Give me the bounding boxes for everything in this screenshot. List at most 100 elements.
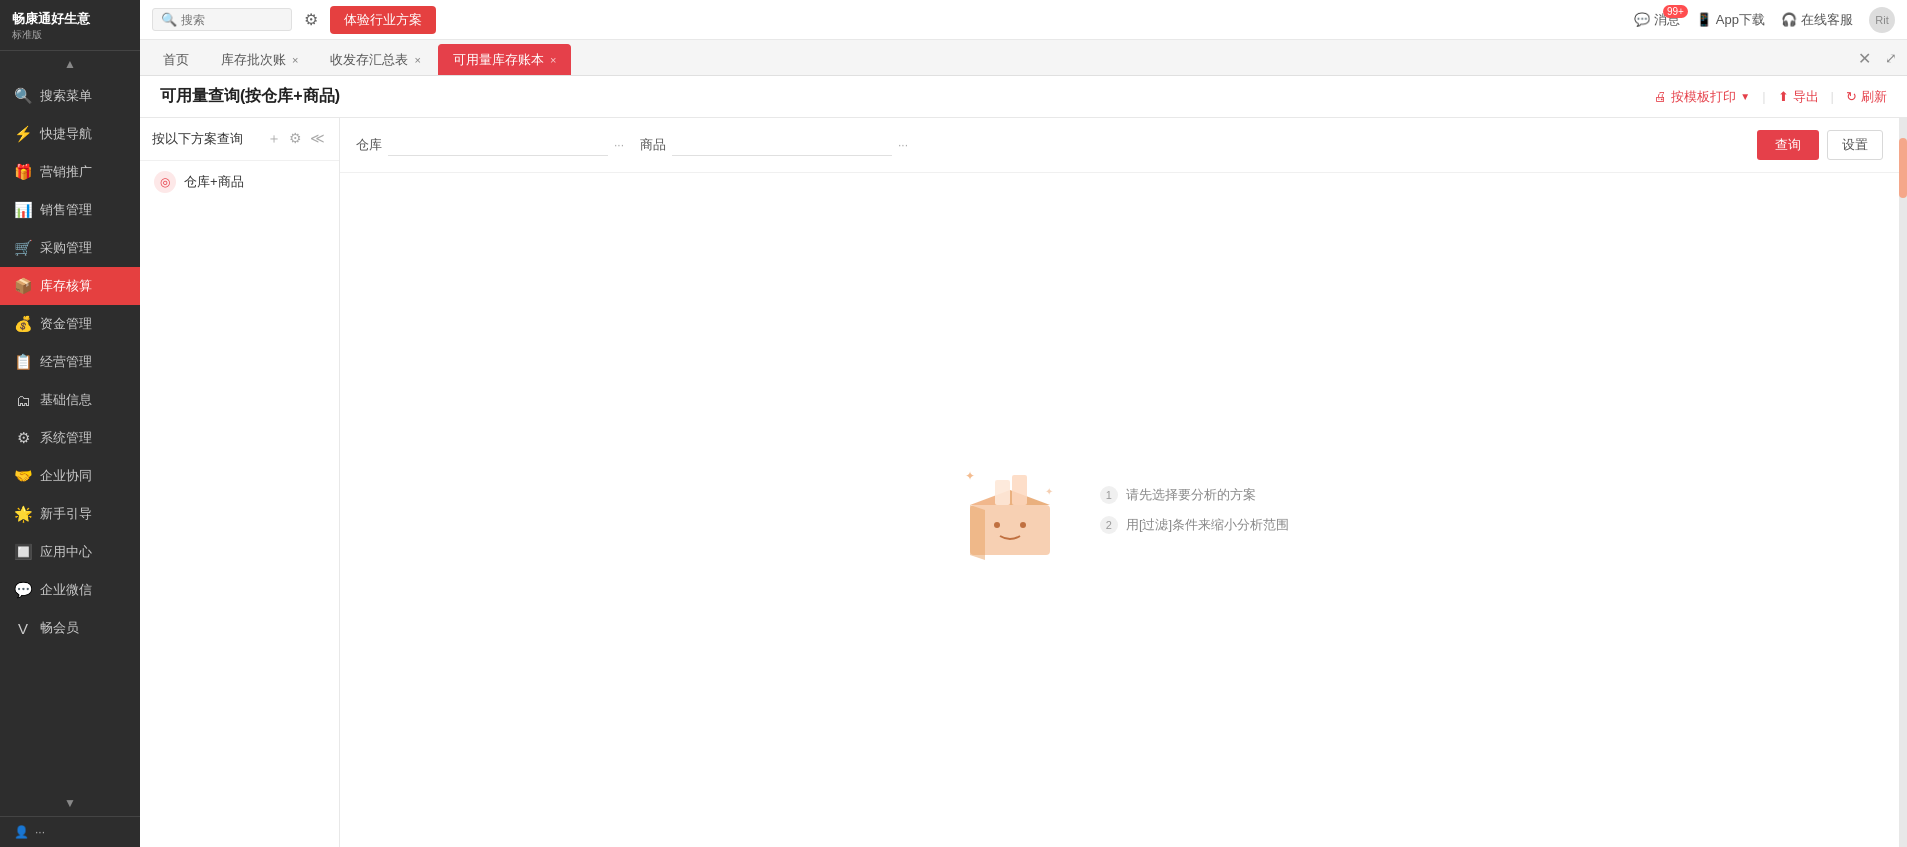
product-input[interactable] [672,134,892,156]
folder-icon: 🗂 [14,392,32,409]
app-download-btn[interactable]: 📱 App下载 [1696,11,1765,29]
sidebar-item-vip[interactable]: V 畅会员 [0,609,140,647]
tab-home[interactable]: 首页 [148,44,204,75]
tab-batch-account-close[interactable]: × [292,54,298,66]
chevron-down-icon: ▼ [1740,91,1750,102]
export-btn[interactable]: ⬆ 导出 [1778,88,1819,106]
product-more-btn[interactable]: ··· [898,138,908,152]
sidebar-item-sales[interactable]: 📊 销售管理 [0,191,140,229]
sidebar-item-quick-nav[interactable]: ⚡ 快捷导航 [0,115,140,153]
search-input[interactable] [181,13,281,27]
sidebar-bottom-icon: 👤 [14,825,29,839]
right-panel: 仓库 ··· 商品 ··· 查询 设置 [340,118,1899,847]
sidebar-nav: 🔍 搜索菜单 ⚡ 快捷导航 🎁 营销推广 📊 销售管理 🛒 采购管理 📦 库存核… [0,77,140,790]
scroll-down-icon[interactable]: ▼ [56,794,84,812]
tip-text-1: 请先选择要分析的方案 [1126,486,1256,504]
empty-illustration: ✦ ✦ [950,450,1070,570]
scrollbar-thumb [1899,138,1907,198]
sidebar-item-label: 应用中心 [40,543,92,561]
sidebar-item-label: 资金管理 [40,315,92,333]
topbar-search-box[interactable]: 🔍 [152,8,292,31]
empty-state-content: ✦ ✦ 1 请先选择要分析的方案 2 用[过滤]条件来缩小分析范围 [950,450,1289,570]
sidebar-item-label: 企业协同 [40,467,92,485]
refresh-btn[interactable]: ↻ 刷新 [1846,88,1887,106]
scheme-item-warehouse-product[interactable]: ◎ 仓库+商品 [140,161,339,203]
sidebar-item-label: 畅会员 [40,619,79,637]
sidebar-item-system[interactable]: ⚙ 系统管理 [0,419,140,457]
sidebar-item-operation[interactable]: 📋 经营管理 [0,343,140,381]
left-panel: 按以下方案查询 ＋ ⚙ ≪ ◎ 仓库+商品 [140,118,340,847]
warehouse-input[interactable] [388,134,608,156]
sidebar-item-marketing[interactable]: 🎁 营销推广 [0,153,140,191]
sidebar-scroll-down[interactable]: ▼ [0,790,140,816]
gear-icon: ⚙ [14,429,32,447]
tab-available-ledger[interactable]: 可用量库存账本 × [438,44,571,75]
export-label: 导出 [1793,88,1819,106]
app-version: 标准版 [12,28,128,42]
sidebar-scroll-up[interactable]: ▲ [0,51,140,77]
right-scrollbar[interactable] [1899,118,1907,847]
search-icon: 🔍 [14,87,32,105]
query-btn[interactable]: 查询 [1757,130,1819,160]
sidebar-item-search[interactable]: 🔍 搜索菜单 [0,77,140,115]
sidebar-item-purchase[interactable]: 🛒 采购管理 [0,229,140,267]
tab-batch-account[interactable]: 库存批次账 × [206,44,313,75]
left-panel-header: 按以下方案查询 ＋ ⚙ ≪ [140,118,339,161]
sidebar-item-corp-wechat[interactable]: 💬 企业微信 [0,571,140,609]
action-divider-2: | [1831,89,1834,104]
add-scheme-btn[interactable]: ＋ [265,128,283,150]
tabs-close-all-btn[interactable]: ✕ [1858,48,1871,67]
settings-icon[interactable]: ⚙ [300,6,322,33]
settings-display-btn[interactable]: 设置 [1827,130,1883,160]
topbar: 🔍 ⚙ 体验行业方案 💬 消息 99+ 📱 App下载 🎧 在线客服 Rit [140,0,1907,40]
sidebar-bottom-label: ··· [35,825,45,839]
sidebar-item-basic-info[interactable]: 🗂 基础信息 [0,381,140,419]
gift-icon: 🎁 [14,163,32,181]
tip-num-1: 1 [1100,486,1118,504]
notifications-btn[interactable]: 💬 消息 99+ [1634,11,1680,29]
star-icon: 🌟 [14,505,32,523]
left-panel-controls: ＋ ⚙ ≪ [265,128,327,150]
content-area: 按以下方案查询 ＋ ⚙ ≪ ◎ 仓库+商品 仓库 ··· [140,118,1907,847]
scroll-up-icon[interactable]: ▲ [56,55,84,73]
search-icon: 🔍 [161,12,177,27]
collapse-panel-btn[interactable]: ≪ [308,128,327,150]
online-service-btn[interactable]: 🎧 在线客服 [1781,11,1853,29]
tab-home-label: 首页 [163,51,189,69]
industry-btn[interactable]: 体验行业方案 [330,6,436,34]
sidebar-item-inventory[interactable]: 📦 库存核算 [0,267,140,305]
app-name: 畅康通好生意 [12,10,128,28]
chat-icon: 💬 [14,581,32,599]
user-area[interactable]: Rit [1869,7,1895,33]
svg-point-5 [1020,522,1026,528]
box-icon: 📦 [14,277,32,295]
sidebar-item-label: 企业微信 [40,581,92,599]
tab-available-ledger-close[interactable]: × [550,54,556,66]
template-print-label: 按模板打印 [1671,88,1736,106]
cart-icon: 🛒 [14,239,32,257]
template-print-btn[interactable]: 🖨 按模板打印 ▼ [1654,88,1750,106]
sidebar-item-label: 快捷导航 [40,125,92,143]
product-label: 商品 [640,136,666,154]
sidebar-item-capital[interactable]: 💰 资金管理 [0,305,140,343]
sidebar-item-newbie[interactable]: 🌟 新手引导 [0,495,140,533]
main-area: 🔍 ⚙ 体验行业方案 💬 消息 99+ 📱 App下载 🎧 在线客服 Rit [140,0,1907,847]
tab-receipt-summary[interactable]: 收发存汇总表 × [315,44,435,75]
warehouse-label: 仓库 [356,136,382,154]
svg-point-4 [994,522,1000,528]
sidebar-item-app-center[interactable]: 🔲 应用中心 [0,533,140,571]
tab-receipt-summary-label: 收发存汇总表 [330,51,408,69]
action-divider-1: | [1762,89,1765,104]
scheme-label: 仓库+商品 [184,173,244,191]
tab-receipt-summary-close[interactable]: × [414,54,420,66]
tabs-expand-btn[interactable]: ⤢ [1885,50,1897,66]
empty-svg: ✦ ✦ [950,450,1070,570]
page-header: 可用量查询(按仓库+商品) 🖨 按模板打印 ▼ | ⬆ 导出 | ↻ 刷新 [140,76,1907,118]
tabs-bar: 首页 库存批次账 × 收发存汇总表 × 可用量库存账本 × ✕ ⤢ [140,40,1907,76]
topbar-right: 💬 消息 99+ 📱 App下载 🎧 在线客服 Rit [1634,7,1895,33]
sidebar-bottom-action[interactable]: 👤 ··· [0,816,140,847]
warehouse-more-btn[interactable]: ··· [614,138,624,152]
sidebar-item-enterprise[interactable]: 🤝 企业协同 [0,457,140,495]
settings-scheme-btn[interactable]: ⚙ [287,128,304,150]
sidebar-item-label: 库存核算 [40,277,92,295]
